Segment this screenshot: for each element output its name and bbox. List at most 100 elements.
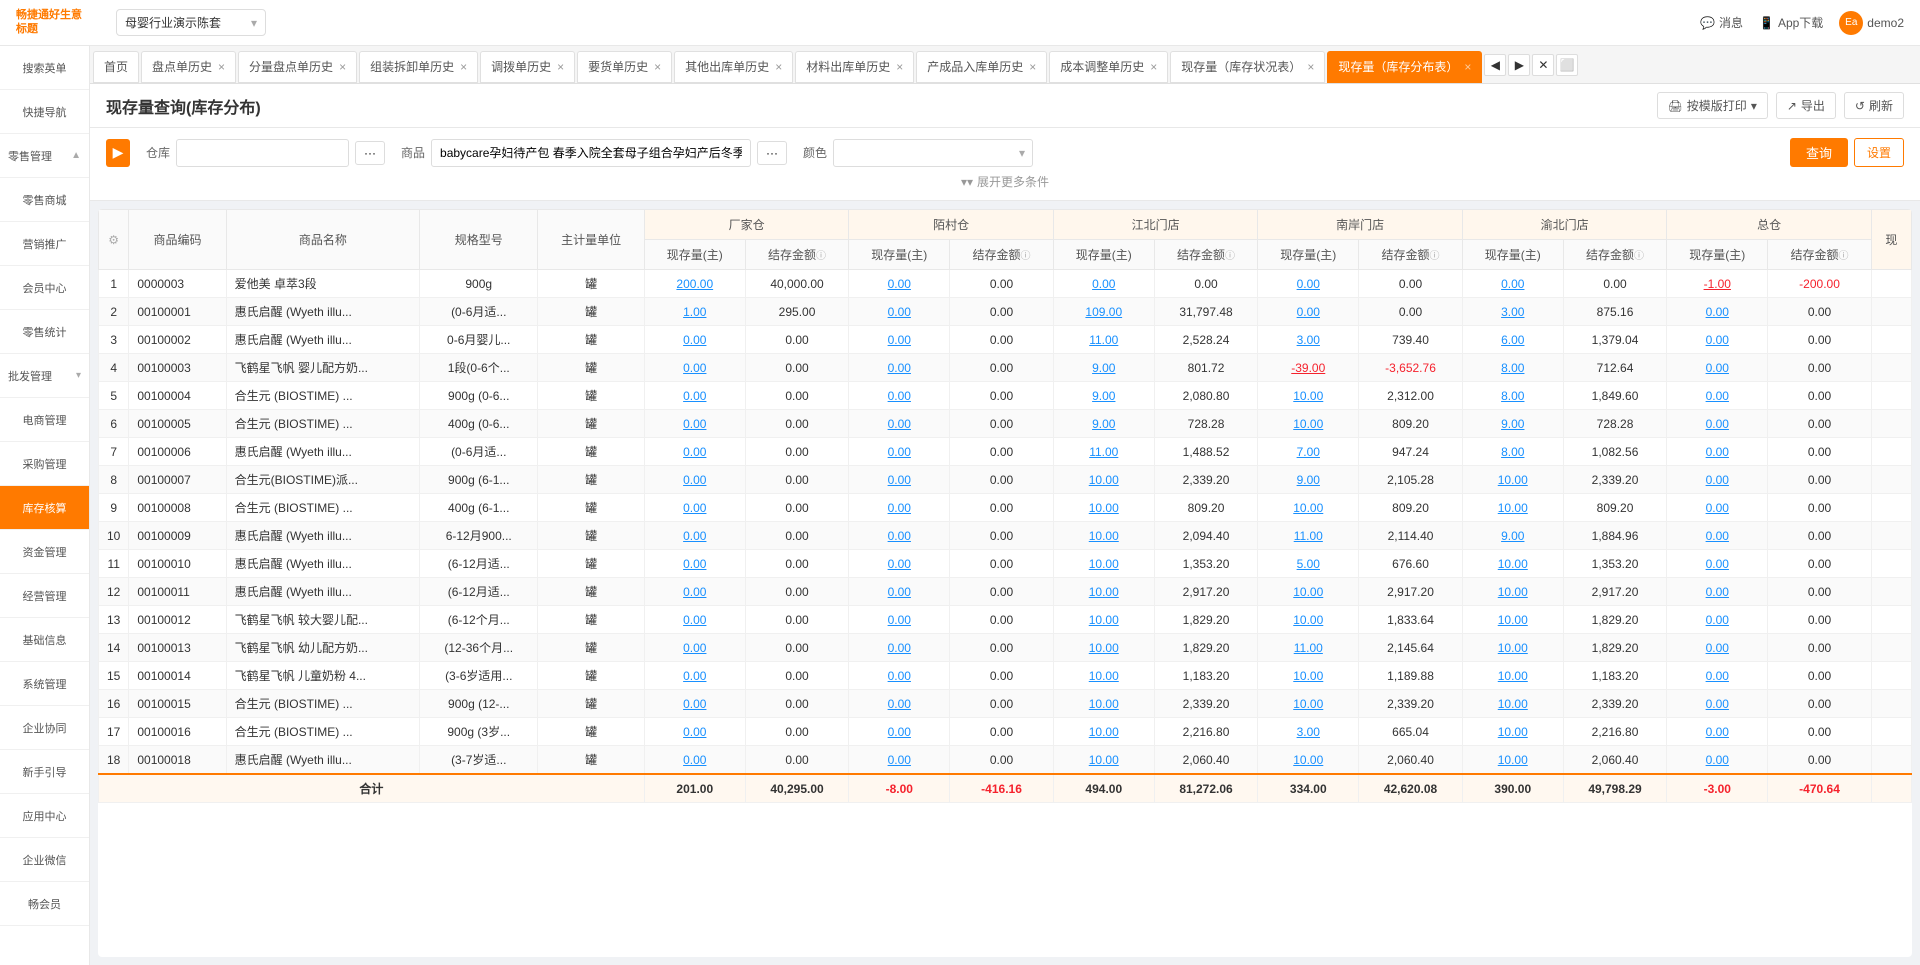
- cell-na-qty[interactable]: 10.00: [1258, 494, 1359, 522]
- cell-mc-qty[interactable]: 0.00: [849, 326, 950, 354]
- info-icon-yb[interactable]: ⓘ: [1634, 251, 1644, 262]
- cell-na-qty[interactable]: 3.00: [1258, 718, 1359, 746]
- cell-yb-qty[interactable]: 10.00: [1462, 690, 1563, 718]
- cell-yb-qty[interactable]: 9.00: [1462, 410, 1563, 438]
- cell-fj-qty[interactable]: 0.00: [644, 578, 745, 606]
- cell-na-qty[interactable]: 10.00: [1258, 578, 1359, 606]
- cell-fj-qty[interactable]: 200.00: [644, 270, 745, 298]
- cell-fj-qty[interactable]: 0.00: [644, 494, 745, 522]
- close-tab-material-out[interactable]: ×: [896, 60, 903, 74]
- cell-yb-qty[interactable]: 10.00: [1462, 466, 1563, 494]
- sidebar-item-search[interactable]: 搜索英单: [0, 46, 89, 90]
- cell-fj-qty[interactable]: 0.00: [644, 690, 745, 718]
- sidebar-item-ecommerce[interactable]: 电商管理: [0, 398, 89, 442]
- cell-fj-qty[interactable]: 0.00: [644, 634, 745, 662]
- cell-mc-qty[interactable]: 0.00: [849, 578, 950, 606]
- cell-mc-qty[interactable]: 0.00: [849, 298, 950, 326]
- cell-yb-qty[interactable]: 9.00: [1462, 522, 1563, 550]
- close-tab-cost-adjust[interactable]: ×: [1150, 60, 1157, 74]
- cell-na-qty[interactable]: 10.00: [1258, 410, 1359, 438]
- cell-fj-qty[interactable]: 0.00: [644, 382, 745, 410]
- cell-fj-qty[interactable]: 0.00: [644, 354, 745, 382]
- refresh-btn[interactable]: ↺ 刷新: [1844, 92, 1904, 119]
- sidebar-item-wechat[interactable]: 企业微信: [0, 838, 89, 882]
- cell-yb-qty[interactable]: 0.00: [1462, 270, 1563, 298]
- cell-zc-qty[interactable]: 0.00: [1667, 718, 1768, 746]
- close-tab-inventory-single[interactable]: ×: [218, 60, 225, 74]
- tab-prev-btn[interactable]: ◀: [1484, 54, 1506, 76]
- store-selector[interactable]: 母婴行业演示陈套 ▾: [116, 9, 266, 36]
- close-tab-other-out[interactable]: ×: [775, 60, 782, 74]
- cell-zc-qty[interactable]: 0.00: [1667, 522, 1768, 550]
- sidebar-item-inventory[interactable]: 库存核算: [0, 486, 89, 530]
- sidebar-item-marketing[interactable]: 营销推广: [0, 222, 89, 266]
- cell-fj-qty[interactable]: 0.00: [644, 522, 745, 550]
- collapse-btn[interactable]: ▶: [106, 139, 130, 167]
- cell-na-qty[interactable]: 3.00: [1258, 326, 1359, 354]
- cell-na-qty[interactable]: 10.00: [1258, 662, 1359, 690]
- cell-yb-qty[interactable]: 6.00: [1462, 326, 1563, 354]
- cell-jb-qty[interactable]: 11.00: [1053, 438, 1154, 466]
- cell-zc-qty[interactable]: 0.00: [1667, 494, 1768, 522]
- cell-na-qty[interactable]: -39.00: [1258, 354, 1359, 382]
- cell-mc-qty[interactable]: 0.00: [849, 494, 950, 522]
- tab-home[interactable]: 首页: [93, 51, 139, 83]
- message-btn[interactable]: 💬 消息: [1700, 14, 1743, 31]
- cell-yb-qty[interactable]: 10.00: [1462, 746, 1563, 775]
- cell-mc-qty[interactable]: 0.00: [849, 466, 950, 494]
- sidebar-item-app-center[interactable]: 应用中心: [0, 794, 89, 838]
- sidebar-item-basic[interactable]: 基础信息: [0, 618, 89, 662]
- cell-yb-qty[interactable]: 8.00: [1462, 354, 1563, 382]
- cell-mc-qty[interactable]: 0.00: [849, 662, 950, 690]
- cell-yb-qty[interactable]: 3.00: [1462, 298, 1563, 326]
- cell-yb-qty[interactable]: 8.00: [1462, 382, 1563, 410]
- th-gear[interactable]: ⚙: [99, 210, 129, 270]
- cell-mc-qty[interactable]: 0.00: [849, 354, 950, 382]
- cell-na-qty[interactable]: 11.00: [1258, 634, 1359, 662]
- tab-close-all-btn[interactable]: ✕: [1532, 54, 1554, 76]
- sidebar-item-finance[interactable]: 资金管理: [0, 530, 89, 574]
- sidebar-item-shortcut[interactable]: 快捷导航: [0, 90, 89, 134]
- cell-yb-qty[interactable]: 8.00: [1462, 438, 1563, 466]
- cell-jb-qty[interactable]: 0.00: [1053, 270, 1154, 298]
- app-download-btn[interactable]: 📱 App下载: [1759, 14, 1823, 31]
- goods-input[interactable]: [431, 139, 751, 167]
- sidebar-item-vip[interactable]: 畅会员: [0, 882, 89, 926]
- cell-mc-qty[interactable]: 0.00: [849, 718, 950, 746]
- cell-jb-qty[interactable]: 10.00: [1053, 718, 1154, 746]
- sidebar-item-retail-stat[interactable]: 零售统计: [0, 310, 89, 354]
- cell-jb-qty[interactable]: 109.00: [1053, 298, 1154, 326]
- sidebar-item-retail-shop[interactable]: 零售商城: [0, 178, 89, 222]
- cell-fj-qty[interactable]: 0.00: [644, 438, 745, 466]
- cell-jb-qty[interactable]: 10.00: [1053, 690, 1154, 718]
- cell-fj-qty[interactable]: 0.00: [644, 550, 745, 578]
- tab-next-btn[interactable]: ▶: [1508, 54, 1530, 76]
- goods-dots-btn[interactable]: ···: [757, 141, 787, 165]
- tab-demand[interactable]: 要货单历史 ×: [577, 51, 672, 83]
- color-input[interactable]: [833, 139, 1033, 167]
- user-avatar[interactable]: Ea demo2: [1839, 11, 1904, 35]
- cell-fj-qty[interactable]: 0.00: [644, 606, 745, 634]
- query-btn[interactable]: 查询: [1790, 138, 1848, 167]
- info-icon-mc[interactable]: ⓘ: [1021, 251, 1031, 262]
- cell-na-qty[interactable]: 5.00: [1258, 550, 1359, 578]
- cell-mc-qty[interactable]: 0.00: [849, 634, 950, 662]
- cell-jb-qty[interactable]: 10.00: [1053, 494, 1154, 522]
- tab-product-in[interactable]: 产成品入库单历史 ×: [916, 51, 1047, 83]
- cell-mc-qty[interactable]: 0.00: [849, 382, 950, 410]
- sidebar-item-enterprise[interactable]: 企业协同: [0, 706, 89, 750]
- cell-fj-qty[interactable]: 0.00: [644, 662, 745, 690]
- close-tab-transfer[interactable]: ×: [557, 60, 564, 74]
- cell-mc-qty[interactable]: 0.00: [849, 690, 950, 718]
- cell-jb-qty[interactable]: 9.00: [1053, 354, 1154, 382]
- cell-fj-qty[interactable]: 0.00: [644, 410, 745, 438]
- close-tab-stock-status[interactable]: ×: [1307, 60, 1314, 74]
- cell-yb-qty[interactable]: 10.00: [1462, 634, 1563, 662]
- cell-mc-qty[interactable]: 0.00: [849, 438, 950, 466]
- cell-mc-qty[interactable]: 0.00: [849, 410, 950, 438]
- print-btn[interactable]: 🖨 按模版打印 ▾: [1657, 92, 1768, 119]
- info-icon-jb[interactable]: ⓘ: [1225, 251, 1235, 262]
- cell-zc-qty[interactable]: 0.00: [1667, 662, 1768, 690]
- cell-zc-qty[interactable]: 0.00: [1667, 634, 1768, 662]
- tab-inventory-single[interactable]: 盘点单历史 ×: [141, 51, 236, 83]
